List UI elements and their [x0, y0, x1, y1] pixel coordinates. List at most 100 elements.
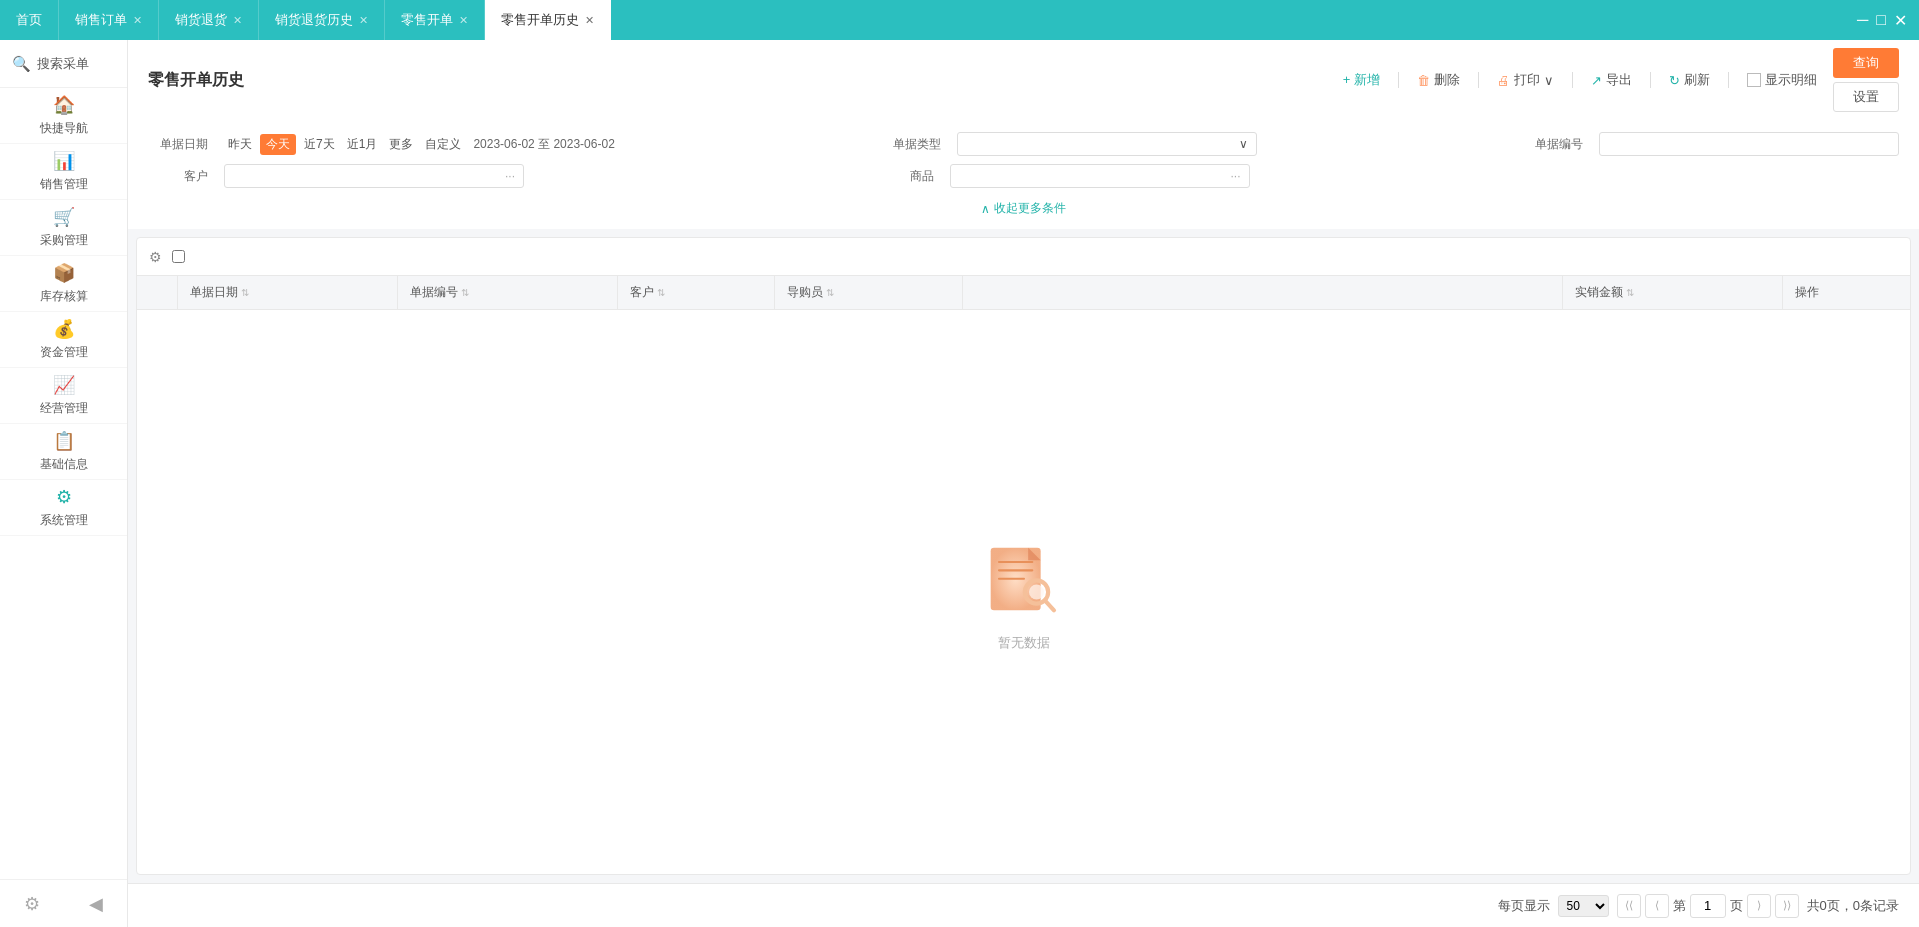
- divider-4: [1650, 72, 1651, 88]
- tab-sales-return-close[interactable]: ✕: [233, 14, 242, 27]
- refresh-button[interactable]: ↻ 刷新: [1661, 67, 1718, 93]
- filter-section: 零售开单历史 + 新增 🗑 删除 🖨: [128, 40, 1919, 229]
- sidebar-search[interactable]: 🔍 搜索采单: [0, 40, 127, 88]
- next-page-btn[interactable]: ⟩: [1747, 894, 1771, 918]
- date-custom[interactable]: 自定义: [421, 135, 465, 154]
- sidebar-settings-icon[interactable]: ⚙: [24, 893, 40, 915]
- sidebar-item-basic-info[interactable]: 📋 基础信息: [0, 424, 127, 480]
- doc-no-input[interactable]: [1599, 132, 1899, 156]
- window-minimize-btn[interactable]: ─: [1857, 11, 1868, 29]
- th-customer[interactable]: 客户 ⇅: [617, 276, 774, 310]
- tab-retail-open[interactable]: 零售开单 ✕: [385, 0, 485, 40]
- page-label-after: 页: [1730, 897, 1743, 915]
- svg-line-7: [1044, 600, 1053, 610]
- sidebar-item-basic-info-label: 基础信息: [40, 456, 88, 473]
- sidebar-item-quick-nav[interactable]: 🏠 快捷导航: [0, 88, 127, 144]
- th-guide[interactable]: 导购员 ⇅: [774, 276, 963, 310]
- query-button[interactable]: 查询: [1833, 48, 1899, 78]
- table-header-row: 单据日期 ⇅ 单据编号 ⇅ 客户: [137, 276, 1910, 310]
- table-settings-icon[interactable]: ⚙: [149, 249, 162, 265]
- prev-page-btn[interactable]: ⟨: [1645, 894, 1669, 918]
- tab-sales-return[interactable]: 销货退货 ✕: [159, 0, 259, 40]
- sidebar-item-inventory[interactable]: 📦 库存核算: [0, 256, 127, 312]
- th-date[interactable]: 单据日期 ⇅: [177, 276, 397, 310]
- tab-sales-order-close[interactable]: ✕: [133, 14, 142, 27]
- th-no[interactable]: 单据编号 ⇅: [397, 276, 617, 310]
- tab-retail-open-label: 零售开单: [401, 11, 453, 29]
- sidebar-item-operations[interactable]: 📈 经营管理: [0, 368, 127, 424]
- tab-retail-open-close[interactable]: ✕: [459, 14, 468, 27]
- export-icon: ↗: [1591, 73, 1602, 88]
- display-btn-label: 显示明细: [1765, 71, 1817, 89]
- sidebar-search-label: 搜索采单: [37, 55, 89, 73]
- sidebar-item-inventory-label: 库存核算: [40, 288, 88, 305]
- sales-icon: 📊: [53, 150, 75, 172]
- print-btn-label: 打印: [1514, 71, 1540, 89]
- dropdown-arrow-icon: ∨: [1239, 137, 1248, 151]
- current-page-input[interactable]: [1690, 894, 1726, 918]
- settings-button[interactable]: 设置: [1833, 82, 1899, 112]
- goods-ellipsis-icon: ···: [1230, 169, 1240, 183]
- sidebar-item-sales-mgmt[interactable]: 📊 销售管理: [0, 144, 127, 200]
- print-arrow: ∨: [1544, 73, 1554, 88]
- display-detail-button[interactable]: 显示明细: [1739, 67, 1825, 93]
- first-page-btn[interactable]: ⟨⟨: [1617, 894, 1641, 918]
- tab-home-label: 首页: [16, 11, 42, 29]
- tab-sales-return-label: 销货退货: [175, 11, 227, 29]
- date-7days[interactable]: 近7天: [300, 135, 339, 154]
- date-yesterday[interactable]: 昨天: [224, 135, 256, 154]
- th-date-label: 单据日期: [190, 284, 238, 301]
- export-button[interactable]: ↗ 导出: [1583, 67, 1640, 93]
- last-page-btn[interactable]: ⟩⟩: [1775, 894, 1799, 918]
- sidebar-bottom: ⚙ ◀: [0, 879, 127, 927]
- sort-date-icon: ⇅: [241, 287, 249, 298]
- tab-sales-order[interactable]: 销售订单 ✕: [59, 0, 159, 40]
- th-amount[interactable]: 实销金额 ⇅: [1563, 276, 1783, 310]
- tab-retail-open-history-close[interactable]: ✕: [585, 14, 594, 27]
- goods-input[interactable]: ···: [950, 164, 1250, 188]
- customer-input[interactable]: ···: [224, 164, 524, 188]
- delete-icon: 🗑: [1417, 73, 1430, 88]
- date-more[interactable]: 更多: [385, 135, 417, 154]
- th-action-label: 操作: [1795, 285, 1819, 299]
- goods-label: 商品: [874, 168, 934, 185]
- window-maximize-btn[interactable]: □: [1876, 11, 1886, 29]
- collapse-icon: ∧: [981, 202, 990, 216]
- select-all-checkbox[interactable]: [172, 250, 185, 263]
- date-shortcuts: 昨天 今天 近7天 近1月 更多 自定义 2023-06-02 至 2023-0…: [224, 134, 615, 155]
- collapse-more-conditions[interactable]: ∧ 收起更多条件: [148, 196, 1899, 225]
- page-nav: ⟨⟨ ⟨ 第 页 ⟩ ⟩⟩: [1617, 894, 1799, 918]
- sort-guide-icon: ⇅: [826, 287, 834, 298]
- delete-btn-label: 删除: [1434, 71, 1460, 89]
- new-button[interactable]: + 新增: [1335, 67, 1388, 93]
- system-icon: ⚙: [56, 486, 72, 508]
- doc-no-label: 单据编号: [1523, 136, 1583, 153]
- sidebar-item-system-mgmt-label: 系统管理: [40, 512, 88, 529]
- sidebar-item-purchase-mgmt[interactable]: 🛒 采购管理: [0, 200, 127, 256]
- sidebar-collapse-icon[interactable]: ◀: [89, 893, 103, 915]
- date-1month[interactable]: 近1月: [343, 135, 382, 154]
- filter-area: 单据日期 昨天 今天 近7天 近1月 更多 自定义 2023-06-02 至 2…: [148, 124, 1899, 229]
- tab-sales-return-history-close[interactable]: ✕: [359, 14, 368, 27]
- sidebar-item-quick-nav-label: 快捷导航: [40, 120, 88, 137]
- window-close-btn[interactable]: ✕: [1894, 11, 1907, 30]
- delete-button[interactable]: 🗑 删除: [1409, 67, 1468, 93]
- divider-5: [1728, 72, 1729, 88]
- per-page-label: 每页显示: [1498, 897, 1550, 915]
- tab-retail-open-history[interactable]: 零售开单历史 ✕: [485, 0, 611, 40]
- per-page-select[interactable]: 50 100 200: [1558, 895, 1609, 917]
- doc-type-select[interactable]: ∨: [957, 132, 1257, 156]
- tab-sales-order-label: 销售订单: [75, 11, 127, 29]
- sidebar-item-finance[interactable]: 💰 资金管理: [0, 312, 127, 368]
- display-checkbox-icon[interactable]: [1747, 73, 1761, 87]
- sidebar-item-purchase-mgmt-label: 采购管理: [40, 232, 88, 249]
- sidebar-item-system-mgmt[interactable]: ⚙ 系统管理: [0, 480, 127, 536]
- customer-ellipsis-icon: ···: [505, 169, 515, 183]
- table-container: ⚙ 单据日期 ⇅ 单据编: [136, 237, 1911, 875]
- print-button[interactable]: 🖨 打印 ∨: [1489, 67, 1562, 93]
- tab-sales-return-history[interactable]: 销货退货历史 ✕: [259, 0, 385, 40]
- finance-icon: 💰: [53, 318, 75, 340]
- tab-home[interactable]: 首页: [0, 0, 59, 40]
- date-today[interactable]: 今天: [260, 134, 296, 155]
- th-no-label: 单据编号: [410, 284, 458, 301]
